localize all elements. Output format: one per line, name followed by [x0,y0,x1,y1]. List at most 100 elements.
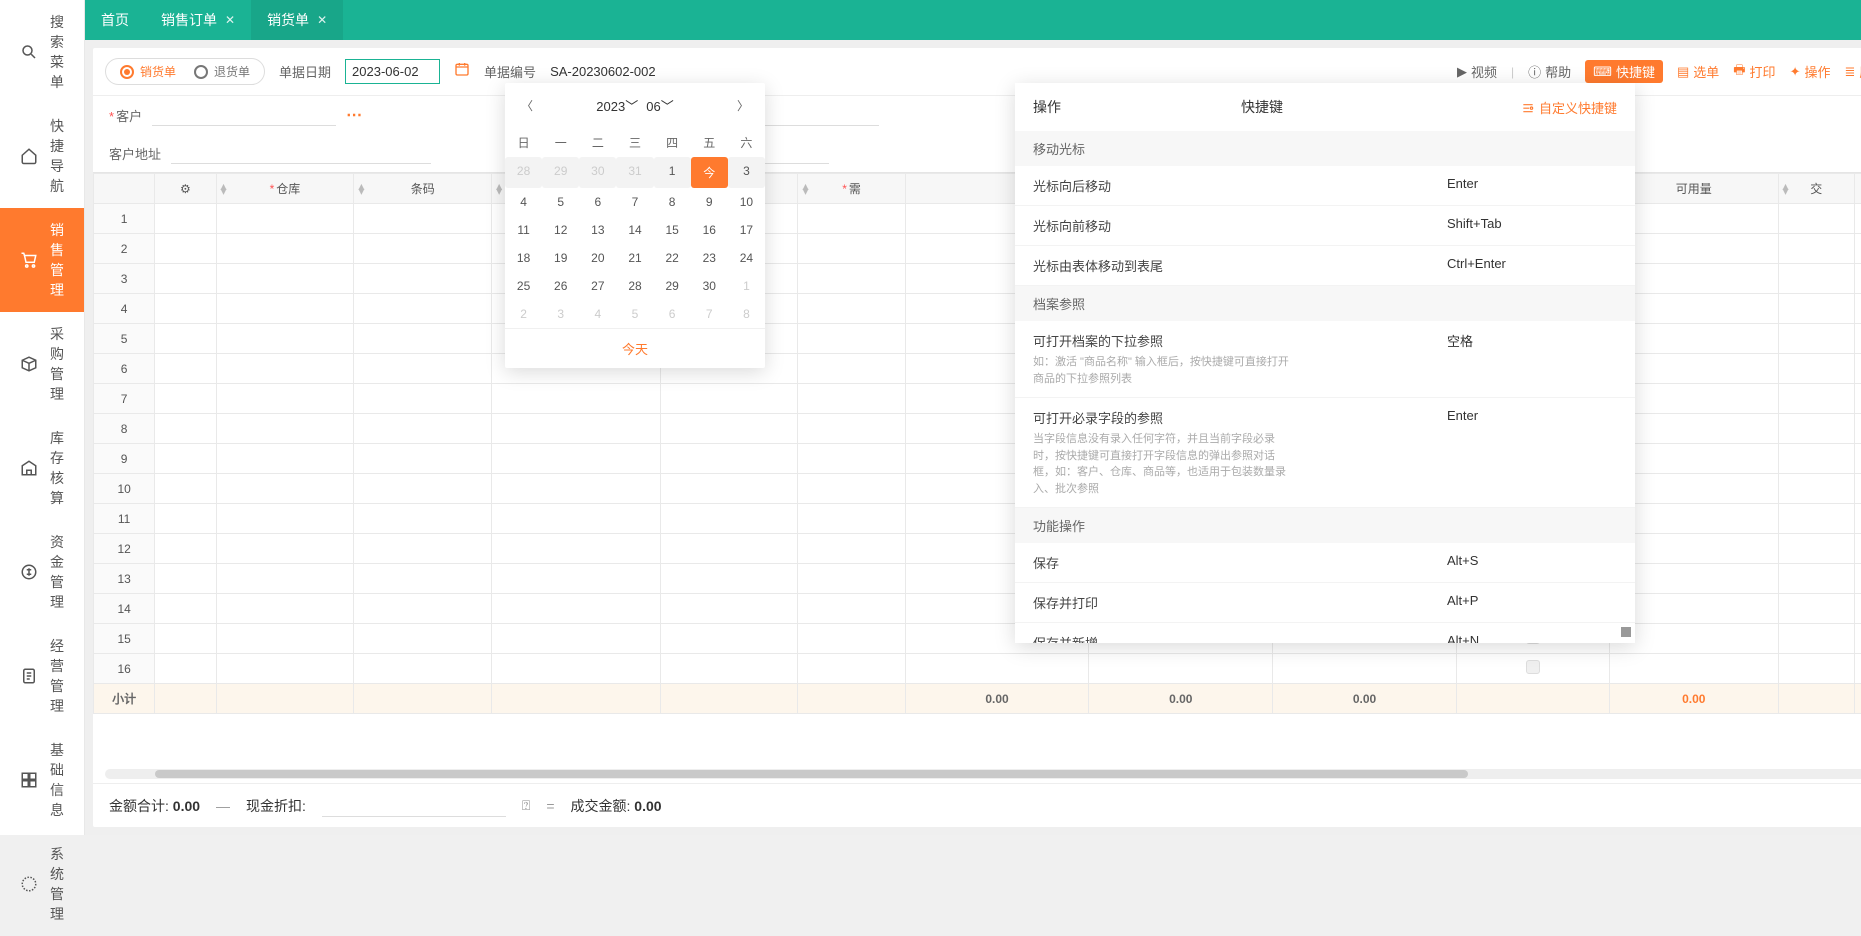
cell-deliver[interactable] [1778,264,1855,294]
day-cell[interactable]: 6 [579,188,616,216]
cell-deliver[interactable] [1778,204,1855,234]
table-row[interactable]: 16🗑⧉ [94,654,1861,684]
cell-spec[interactable] [492,654,660,684]
cell-barcode[interactable] [354,354,492,384]
cell-gear[interactable] [155,264,216,294]
cell-ops[interactable]: 🗑⧉ [1855,384,1861,414]
day-cell[interactable]: 3 [542,300,579,328]
day-cell[interactable]: 9 [691,188,728,216]
cell-warehouse[interactable] [216,444,354,474]
tool-video[interactable]: ▶ 视频 [1457,62,1497,81]
customer-lookup-icon[interactable]: ⋯ [346,105,364,125]
cell-gift[interactable] [1456,654,1609,684]
day-cell[interactable]: 22 [654,244,691,272]
sidebar-item-box[interactable]: 采购管理 [0,312,84,416]
sidebar-item-warehouse[interactable]: 库存核算 [0,416,84,520]
day-cell[interactable]: 11 [505,216,542,244]
sidebar-item-doc[interactable]: 经营管理 [0,624,84,728]
cell-barcode[interactable] [354,654,492,684]
col-header-warehouse[interactable]: ▴▾*仓库 [216,174,354,204]
day-cell[interactable]: 19 [542,244,579,272]
day-cell[interactable]: 29 [542,157,579,188]
day-cell[interactable]: 4 [505,188,542,216]
calendar-today-button[interactable]: 今天 [505,328,765,368]
cell-taxrate[interactable] [660,504,798,534]
cell-gear[interactable] [155,564,216,594]
cell-ops[interactable]: 🗑⧉ [1855,624,1861,654]
cell-gear[interactable] [155,234,216,264]
cell-ops[interactable]: 🗑⧉ [1855,414,1861,444]
day-cell[interactable]: 8 [728,300,765,328]
calendar-month[interactable]: 06﹀ [646,96,673,115]
calendar-icon[interactable] [454,61,470,82]
cell-warehouse[interactable] [216,384,354,414]
cell-gear[interactable] [155,324,216,354]
sidebar-item-coin[interactable]: 资金管理 [0,520,84,624]
customer-input[interactable] [152,104,336,126]
cell-gear[interactable] [155,354,216,384]
tool-history[interactable]: ≣ 历史单据 [1844,62,1861,81]
day-cell[interactable]: 21 [616,244,653,272]
day-cell[interactable]: 17 [728,216,765,244]
close-icon[interactable]: ✕ [225,13,235,27]
cell-need[interactable] [798,504,905,534]
cell-gear[interactable] [155,624,216,654]
cell-need[interactable] [798,384,905,414]
cell-warehouse[interactable] [216,204,354,234]
cell-need[interactable] [798,234,905,264]
day-cell[interactable]: 18 [505,244,542,272]
cell-warehouse[interactable] [216,294,354,324]
cell-taxrate[interactable] [660,414,798,444]
tool-shortcuts[interactable]: ⌨ 快捷键 [1585,60,1663,83]
day-cell[interactable]: 5 [542,188,579,216]
cell-ops[interactable]: 🗑⧉ [1855,444,1861,474]
cell-warehouse[interactable] [216,354,354,384]
day-cell[interactable]: 7 [616,188,653,216]
cell-spec[interactable] [492,624,660,654]
cell-taxrate[interactable] [660,444,798,474]
shortcut-scroll-indicator[interactable] [1621,627,1631,637]
cell-warehouse[interactable] [216,414,354,444]
cell-need[interactable] [798,534,905,564]
day-cell[interactable]: 3 [728,157,765,188]
day-cell[interactable]: 30 [691,272,728,300]
cell-warehouse[interactable] [216,654,354,684]
day-cell[interactable]: 24 [728,244,765,272]
sort-icon[interactable]: ▴▾ [1783,184,1789,194]
day-cell[interactable]: 28 [616,272,653,300]
sidebar-item-grid[interactable]: 基础信息 [0,728,84,832]
cell-spec[interactable] [492,594,660,624]
cell-warehouse[interactable] [216,594,354,624]
cell-gear[interactable] [155,504,216,534]
cell-warehouse[interactable] [216,264,354,294]
sidebar-item-search[interactable]: 搜索菜单 [0,0,84,104]
cell-taxrate[interactable] [660,594,798,624]
cell-ops[interactable]: 🗑⧉ [1855,504,1861,534]
day-cell[interactable]: 30 [579,157,616,188]
close-icon[interactable]: ✕ [317,13,327,27]
tab-2[interactable]: 销货单✕ [251,0,343,40]
cell-deliver[interactable] [1778,444,1855,474]
day-cell[interactable]: 14 [616,216,653,244]
day-cell[interactable]: 1 [728,272,765,300]
cell-spec[interactable] [492,564,660,594]
day-cell[interactable]: 1 [654,157,691,188]
day-cell[interactable]: 5 [616,300,653,328]
cell-deliver[interactable] [1778,624,1855,654]
cell-barcode[interactable] [354,204,492,234]
cell-barcode[interactable] [354,594,492,624]
cell-deliver[interactable] [1778,324,1855,354]
cell-taxrate[interactable] [660,654,798,684]
cell-amt1[interactable] [905,654,1089,684]
day-cell[interactable]: 13 [579,216,616,244]
cell-amt3[interactable] [1273,654,1457,684]
cell-taxrate[interactable] [660,624,798,654]
cell-need[interactable] [798,594,905,624]
cell-gear[interactable] [155,654,216,684]
cell-need[interactable] [798,324,905,354]
cell-ops[interactable]: 🗑⧉ [1855,234,1861,264]
day-cell[interactable]: 29 [654,272,691,300]
cell-deliver[interactable] [1778,594,1855,624]
cell-barcode[interactable] [354,624,492,654]
radio-sales[interactable]: 销货单 [120,63,176,80]
